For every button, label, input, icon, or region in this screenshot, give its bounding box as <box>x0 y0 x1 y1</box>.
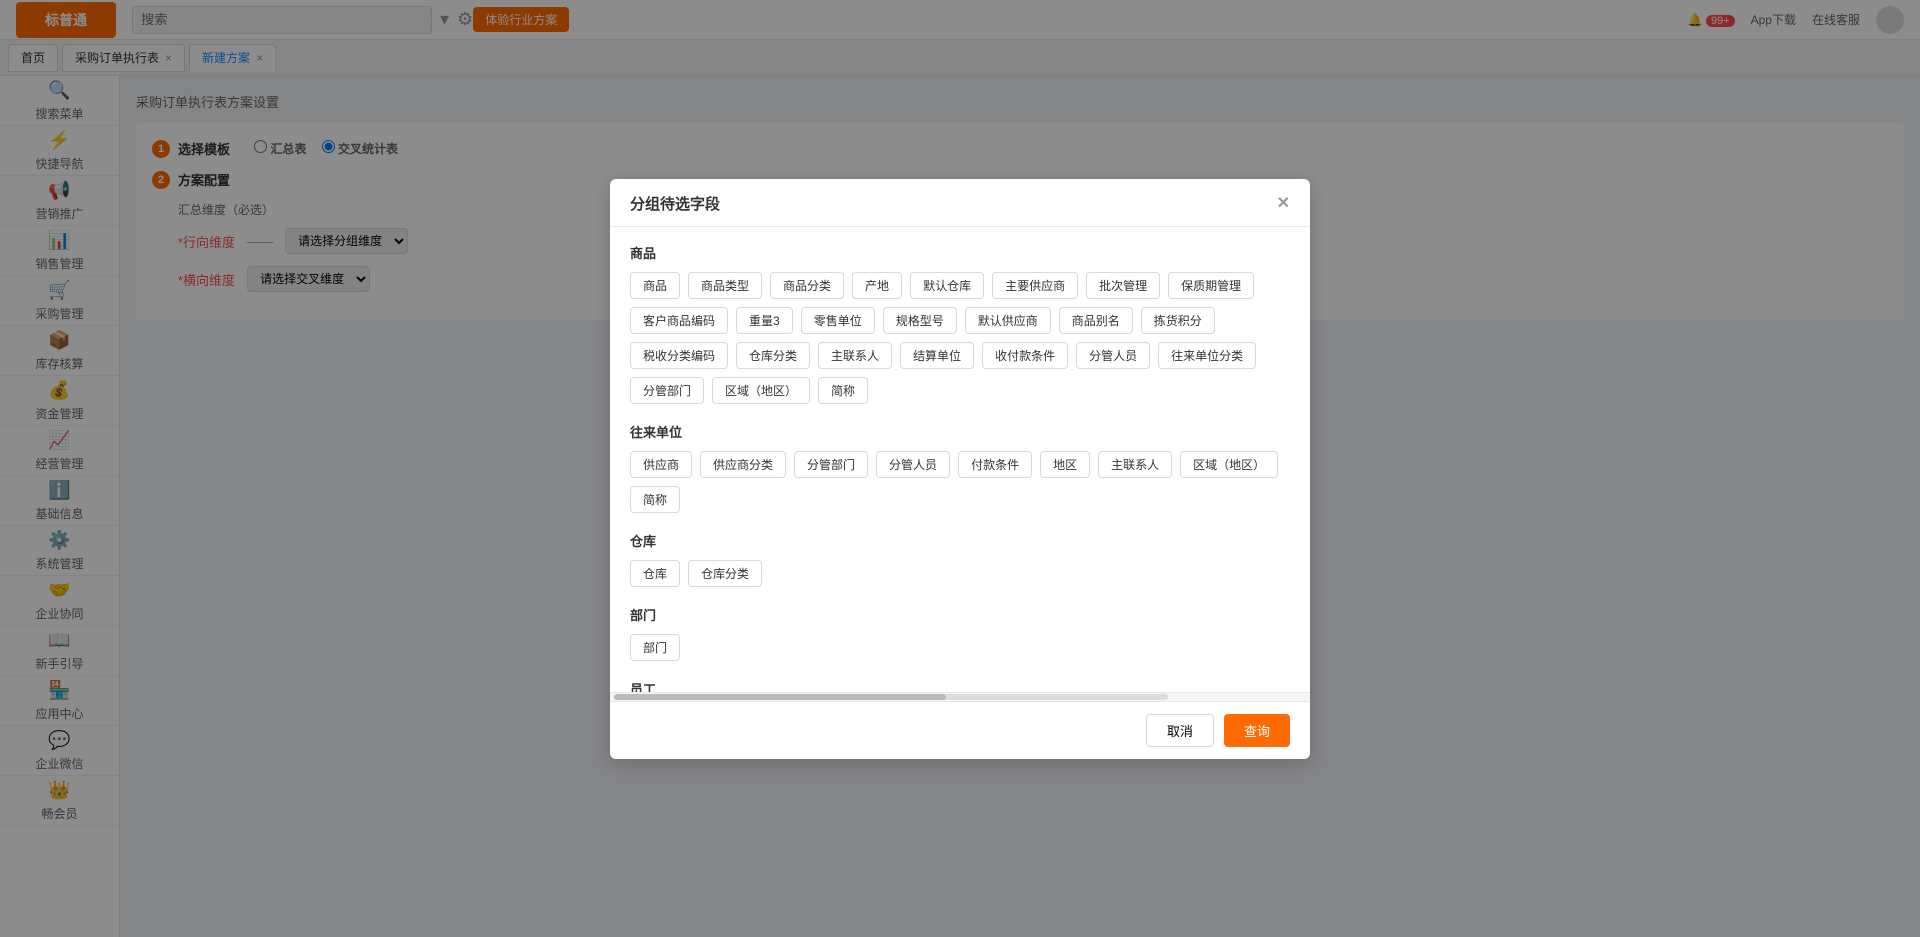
tag-region2-partner[interactable]: 区域（地区） <box>1180 451 1278 478</box>
tag-product-alias[interactable]: 商品别名 <box>1059 307 1133 334</box>
tag-warehouse-cat[interactable]: 仓库分类 <box>688 560 762 587</box>
confirm-button[interactable]: 查询 <box>1224 714 1290 747</box>
tag-dept[interactable]: 分管部门 <box>630 377 704 404</box>
tag-product[interactable]: 商品 <box>630 272 680 299</box>
tag-origin[interactable]: 产地 <box>852 272 902 299</box>
modal-header: 分组待选字段 ✕ <box>610 179 1310 227</box>
modal-overlay[interactable]: 分组待选字段 ✕ 商品 商品 商品类型 商品分类 产地 默认仓库 主要供应商 批… <box>0 0 1920 937</box>
section-product: 商品 商品 商品类型 商品分类 产地 默认仓库 主要供应商 批次管理 保质期管理… <box>630 243 1290 404</box>
section-warehouse-tags: 仓库 仓库分类 <box>630 560 1290 587</box>
modal-dialog: 分组待选字段 ✕ 商品 商品 商品类型 商品分类 产地 默认仓库 主要供应商 批… <box>610 179 1310 759</box>
tag-customer-code[interactable]: 客户商品编码 <box>630 307 728 334</box>
tag-warehouse[interactable]: 仓库 <box>630 560 680 587</box>
tag-product-type[interactable]: 商品类型 <box>688 272 762 299</box>
section-partner: 往来单位 供应商 供应商分类 分管部门 分管人员 付款条件 地区 主联系人 区域… <box>630 422 1290 513</box>
tag-supplier[interactable]: 供应商 <box>630 451 692 478</box>
tag-region-product[interactable]: 区域（地区） <box>712 377 810 404</box>
tag-partner-category[interactable]: 往来单位分类 <box>1158 342 1256 369</box>
tag-main-contact[interactable]: 主联系人 <box>818 342 892 369</box>
tag-payment-terms[interactable]: 收付款条件 <box>982 342 1068 369</box>
modal-close-button[interactable]: ✕ <box>1277 193 1290 213</box>
tag-short-name-partner[interactable]: 简称 <box>630 486 680 513</box>
section-dept-title: 部门 <box>630 605 1290 624</box>
tag-tax-code[interactable]: 税收分类编码 <box>630 342 728 369</box>
tag-settlement-unit[interactable]: 结算单位 <box>900 342 974 369</box>
section-employee-title: 员工 <box>630 679 1290 692</box>
section-employee: 员工 业务员 <box>630 679 1290 692</box>
tag-supervisor[interactable]: 分管人员 <box>1076 342 1150 369</box>
tag-batch-mgmt[interactable]: 批次管理 <box>1086 272 1160 299</box>
section-dept: 部门 部门 <box>630 605 1290 661</box>
tag-main-contact-partner[interactable]: 主联系人 <box>1098 451 1172 478</box>
cancel-button[interactable]: 取消 <box>1146 714 1214 747</box>
tag-main-supplier[interactable]: 主要供应商 <box>992 272 1078 299</box>
section-product-tags: 商品 商品类型 商品分类 产地 默认仓库 主要供应商 批次管理 保质期管理 客户… <box>630 272 1290 404</box>
section-partner-tags: 供应商 供应商分类 分管部门 分管人员 付款条件 地区 主联系人 区域（地区） … <box>630 451 1290 513</box>
tag-dept-field[interactable]: 部门 <box>630 634 680 661</box>
section-partner-title: 往来单位 <box>630 422 1290 441</box>
tag-payment-cond[interactable]: 付款条件 <box>958 451 1032 478</box>
tag-dept-partner[interactable]: 分管部门 <box>794 451 868 478</box>
section-warehouse: 仓库 仓库 仓库分类 <box>630 531 1290 587</box>
section-warehouse-title: 仓库 <box>630 531 1290 550</box>
tag-warehouse-category[interactable]: 仓库分类 <box>736 342 810 369</box>
tag-short-name-product[interactable]: 简称 <box>818 377 868 404</box>
modal-title: 分组待选字段 <box>630 193 720 214</box>
modal-footer: 取消 查询 <box>610 701 1310 759</box>
tag-default-warehouse[interactable]: 默认仓库 <box>910 272 984 299</box>
tag-spec-model[interactable]: 规格型号 <box>883 307 957 334</box>
tag-weight[interactable]: 重量3 <box>736 307 793 334</box>
tag-expiry-mgmt[interactable]: 保质期管理 <box>1168 272 1254 299</box>
section-product-title: 商品 <box>630 243 1290 262</box>
tag-product-category[interactable]: 商品分类 <box>770 272 844 299</box>
tag-region-partner[interactable]: 地区 <box>1040 451 1090 478</box>
tag-supplier-category[interactable]: 供应商分类 <box>700 451 786 478</box>
tag-default-supplier[interactable]: 默认供应商 <box>965 307 1051 334</box>
tag-supervisor-partner[interactable]: 分管人员 <box>876 451 950 478</box>
horizontal-scrollbar[interactable] <box>610 692 1310 701</box>
tag-retail-unit[interactable]: 零售单位 <box>801 307 875 334</box>
tag-pick-points[interactable]: 拣货积分 <box>1141 307 1215 334</box>
section-dept-tags: 部门 <box>630 634 1290 661</box>
modal-body: 商品 商品 商品类型 商品分类 产地 默认仓库 主要供应商 批次管理 保质期管理… <box>610 227 1310 692</box>
